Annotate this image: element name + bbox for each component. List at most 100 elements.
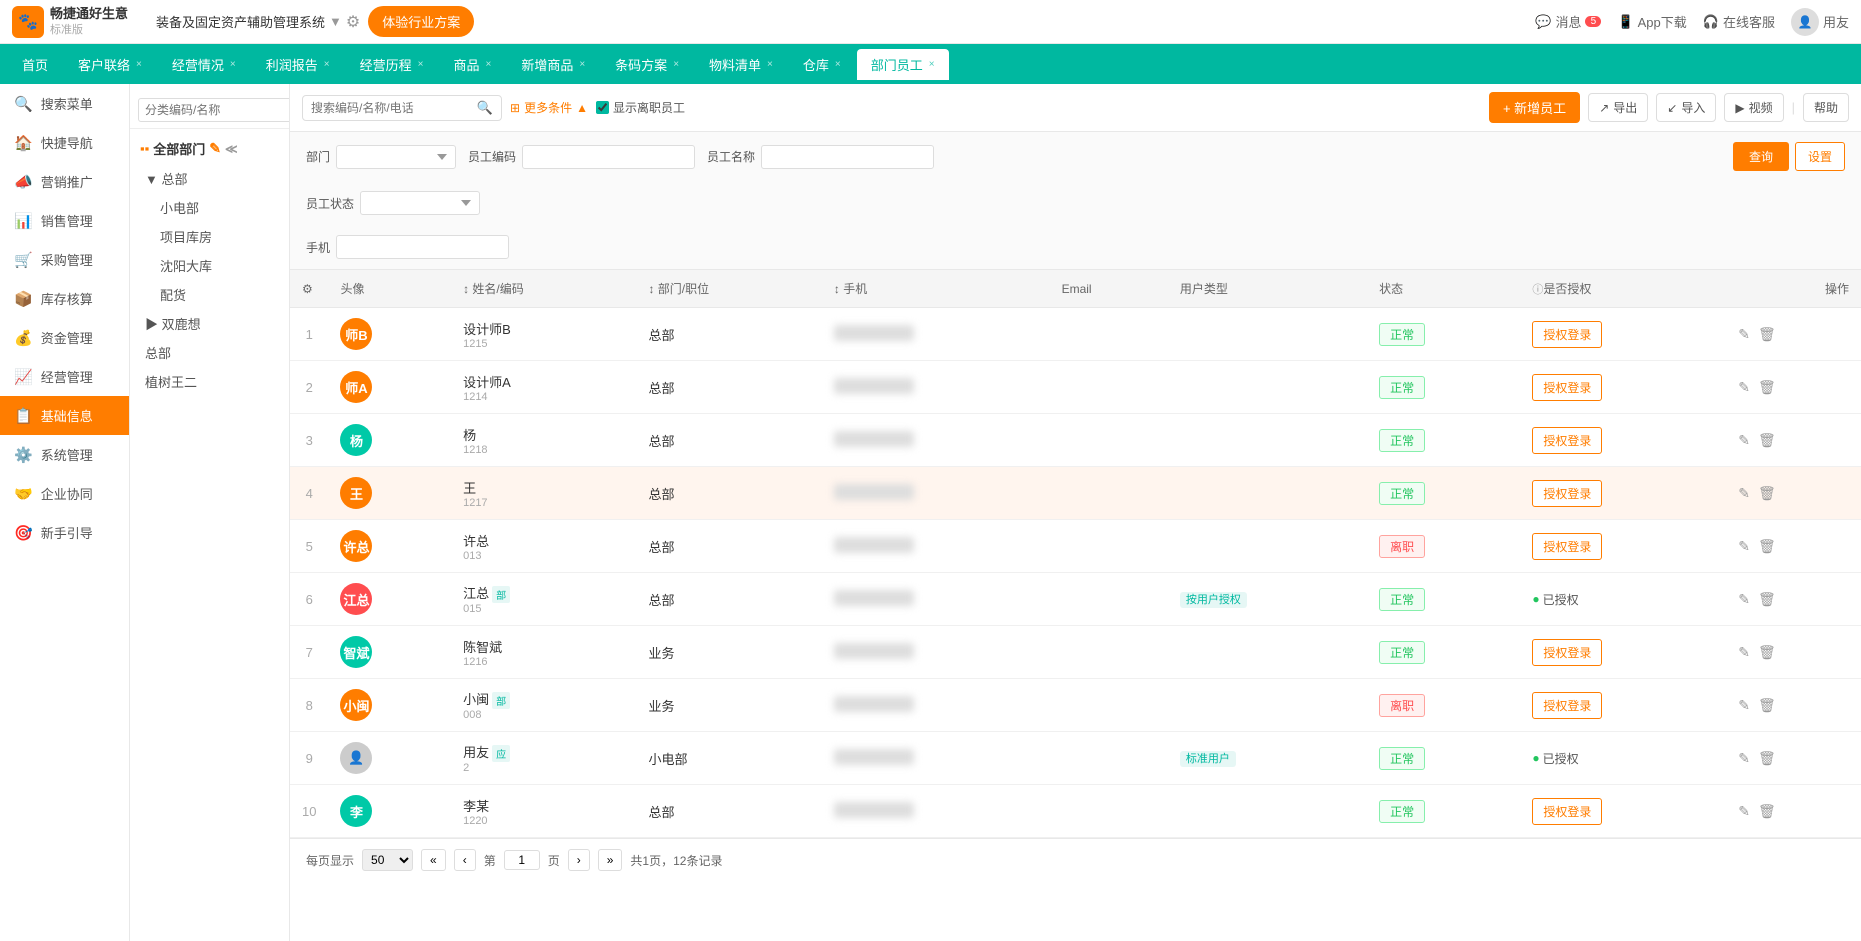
delete-icon[interactable]: 🗑 (1758, 432, 1776, 449)
nav-tab-利润报告[interactable]: 利润报告× (252, 49, 344, 80)
edit-icon[interactable]: ✎ (1738, 485, 1750, 502)
auth-btn[interactable]: 授权登录 (1532, 533, 1602, 560)
sidebar-item-新手引导[interactable]: 🎯新手引导 (0, 513, 129, 552)
dept-group-zongbu[interactable]: ▼ 总部 (130, 164, 289, 193)
first-page-btn[interactable]: « (421, 849, 446, 871)
col-settings[interactable]: ⚙ (290, 270, 328, 308)
auth-btn[interactable]: 授权登录 (1532, 374, 1602, 401)
nav-tab-商品[interactable]: 商品× (439, 49, 505, 80)
auth-btn[interactable]: 授权登录 (1532, 480, 1602, 507)
show-resigned-toggle[interactable]: 显示离职员工 (596, 99, 685, 116)
sidebar-item-系统管理[interactable]: ⚙️系统管理 (0, 435, 129, 474)
col-dept[interactable]: ↕ 部门/职位 (636, 270, 821, 308)
app-download-item[interactable]: 📱 App下载 (1617, 12, 1686, 31)
all-dept-header[interactable]: ▪▪ 全部部门 ✎ ≪ (130, 133, 289, 164)
edit-icon[interactable]: ✎ (1738, 644, 1750, 661)
edit-icon[interactable]: ✎ (1738, 803, 1750, 820)
delete-icon[interactable]: 🗑 (1758, 326, 1776, 343)
edit-icon[interactable]: ✎ (1738, 379, 1750, 396)
tab-close-icon[interactable]: × (673, 59, 679, 70)
edit-icon[interactable]: ✎ (1738, 326, 1750, 343)
delete-icon[interactable]: 🗑 (1758, 644, 1776, 661)
tab-close-icon[interactable]: × (579, 59, 585, 70)
tab-close-icon[interactable]: × (418, 59, 424, 70)
sidebar-item-资金管理[interactable]: 💰资金管理 (0, 318, 129, 357)
tab-close-icon[interactable]: × (767, 59, 773, 70)
edit-icon[interactable]: ✎ (1738, 591, 1750, 608)
filter-dept-select[interactable] (336, 145, 456, 169)
sidebar-item-基础信息[interactable]: 📋基础信息 (0, 396, 129, 435)
query-btn[interactable]: 查询 (1733, 142, 1789, 171)
page-input[interactable] (504, 850, 540, 870)
dept-node-shenyangdaku[interactable]: 沈阳大库 (130, 251, 289, 280)
sidebar-item-采购管理[interactable]: 🛒采购管理 (0, 240, 129, 279)
message-item[interactable]: 💬 消息 5 (1535, 12, 1601, 31)
set-btn[interactable]: 设置 (1795, 142, 1845, 171)
sidebar-item-库存核算[interactable]: 📦库存核算 (0, 279, 129, 318)
edit-icon[interactable]: ✎ (1738, 432, 1750, 449)
help-btn[interactable]: 帮助 (1803, 93, 1849, 122)
delete-icon[interactable]: 🗑 (1758, 697, 1776, 714)
auth-btn[interactable]: 授权登录 (1532, 798, 1602, 825)
sidebar-item-销售管理[interactable]: 📊销售管理 (0, 201, 129, 240)
nav-tab-经营情况[interactable]: 经营情况× (158, 49, 250, 80)
next-page-btn[interactable]: › (568, 849, 590, 871)
nav-tab-客户联络[interactable]: 客户联络× (64, 49, 156, 80)
dept-node-xiangmukufang[interactable]: 项目库房 (130, 222, 289, 251)
online-service-item[interactable]: 🎧 在线客服 (1703, 12, 1775, 31)
export-btn[interactable]: ↗ 导出 (1588, 93, 1648, 122)
filter-emp-name-input[interactable] (761, 145, 934, 169)
dept-node-zongbu2[interactable]: 总部 (130, 338, 289, 367)
dept-node-xiaodianbu[interactable]: 小电部 (130, 193, 289, 222)
nav-tab-物料清单[interactable]: 物料清单× (695, 49, 787, 80)
auth-btn[interactable]: 授权登录 (1532, 321, 1602, 348)
col-name[interactable]: ↕ 姓名/编码 (451, 270, 636, 308)
delete-icon[interactable]: 🗑 (1758, 591, 1776, 608)
prev-page-btn[interactable]: ‹ (454, 849, 476, 871)
search-icon[interactable]: 🔍 (477, 100, 493, 116)
nav-tab-条码方案[interactable]: 条码方案× (601, 49, 693, 80)
delete-icon[interactable]: 🗑 (1758, 485, 1776, 502)
filter-phone-input[interactable] (336, 235, 509, 259)
tab-close-icon[interactable]: × (929, 59, 935, 70)
more-filter-btn[interactable]: ⊞ 更多条件 ▲ (510, 99, 588, 116)
edit-icon[interactable]: ✎ (1738, 538, 1750, 555)
user-item[interactable]: 👤 用友 (1791, 8, 1849, 36)
add-employee-btn[interactable]: + 新增员工 (1489, 92, 1580, 123)
delete-icon[interactable]: 🗑 (1758, 803, 1776, 820)
dropdown-icon[interactable]: ▼ (329, 14, 342, 29)
last-page-btn[interactable]: » (598, 849, 623, 871)
delete-icon[interactable]: 🗑 (1758, 538, 1776, 555)
tab-close-icon[interactable]: × (324, 59, 330, 70)
show-resigned-checkbox[interactable] (596, 101, 609, 114)
auth-btn[interactable]: 授权登录 (1532, 639, 1602, 666)
auth-btn[interactable]: 授权登录 (1532, 692, 1602, 719)
dept-edit-icon[interactable]: ✎ (209, 140, 221, 157)
delete-icon[interactable]: 🗑 (1758, 379, 1776, 396)
dept-node-peihuo[interactable]: 配货 (130, 280, 289, 309)
edit-icon[interactable]: ✎ (1738, 750, 1750, 767)
auth-btn[interactable]: 授权登录 (1532, 427, 1602, 454)
sidebar-item-快捷导航[interactable]: 🏠快捷导航 (0, 123, 129, 162)
col-phone[interactable]: ↕ 手机 (822, 270, 1050, 308)
nav-tab-仓库[interactable]: 仓库× (789, 49, 855, 80)
tab-close-icon[interactable]: × (136, 59, 142, 70)
edit-icon[interactable]: ✎ (1738, 697, 1750, 714)
tab-close-icon[interactable]: × (485, 59, 491, 70)
tab-close-icon[interactable]: × (230, 59, 236, 70)
nav-tab-经营历程[interactable]: 经营历程× (346, 49, 438, 80)
import-btn[interactable]: ↙ 导入 (1656, 93, 1716, 122)
filter-status-select[interactable] (360, 191, 480, 215)
settings-icon[interactable]: ⚙ (346, 12, 360, 32)
nav-tab-部门员工[interactable]: 部门员工× (857, 49, 949, 80)
dept-node-zhishu[interactable]: 植树王二 (130, 367, 289, 396)
trial-btn[interactable]: 体验行业方案 (368, 6, 474, 37)
sidebar-item-企业协同[interactable]: 🤝企业协同 (0, 474, 129, 513)
sidebar-item-搜索菜单[interactable]: 🔍搜索菜单 (0, 84, 129, 123)
nav-tab-新增商品[interactable]: 新增商品× (507, 49, 599, 80)
view-btn[interactable]: ▶ 视频 (1724, 93, 1783, 122)
search-input[interactable] (311, 101, 473, 115)
filter-emp-code-input[interactable] (522, 145, 695, 169)
dept-collapse-icon[interactable]: ≪ (225, 142, 238, 156)
sidebar-item-营销推广[interactable]: 📣营销推广 (0, 162, 129, 201)
